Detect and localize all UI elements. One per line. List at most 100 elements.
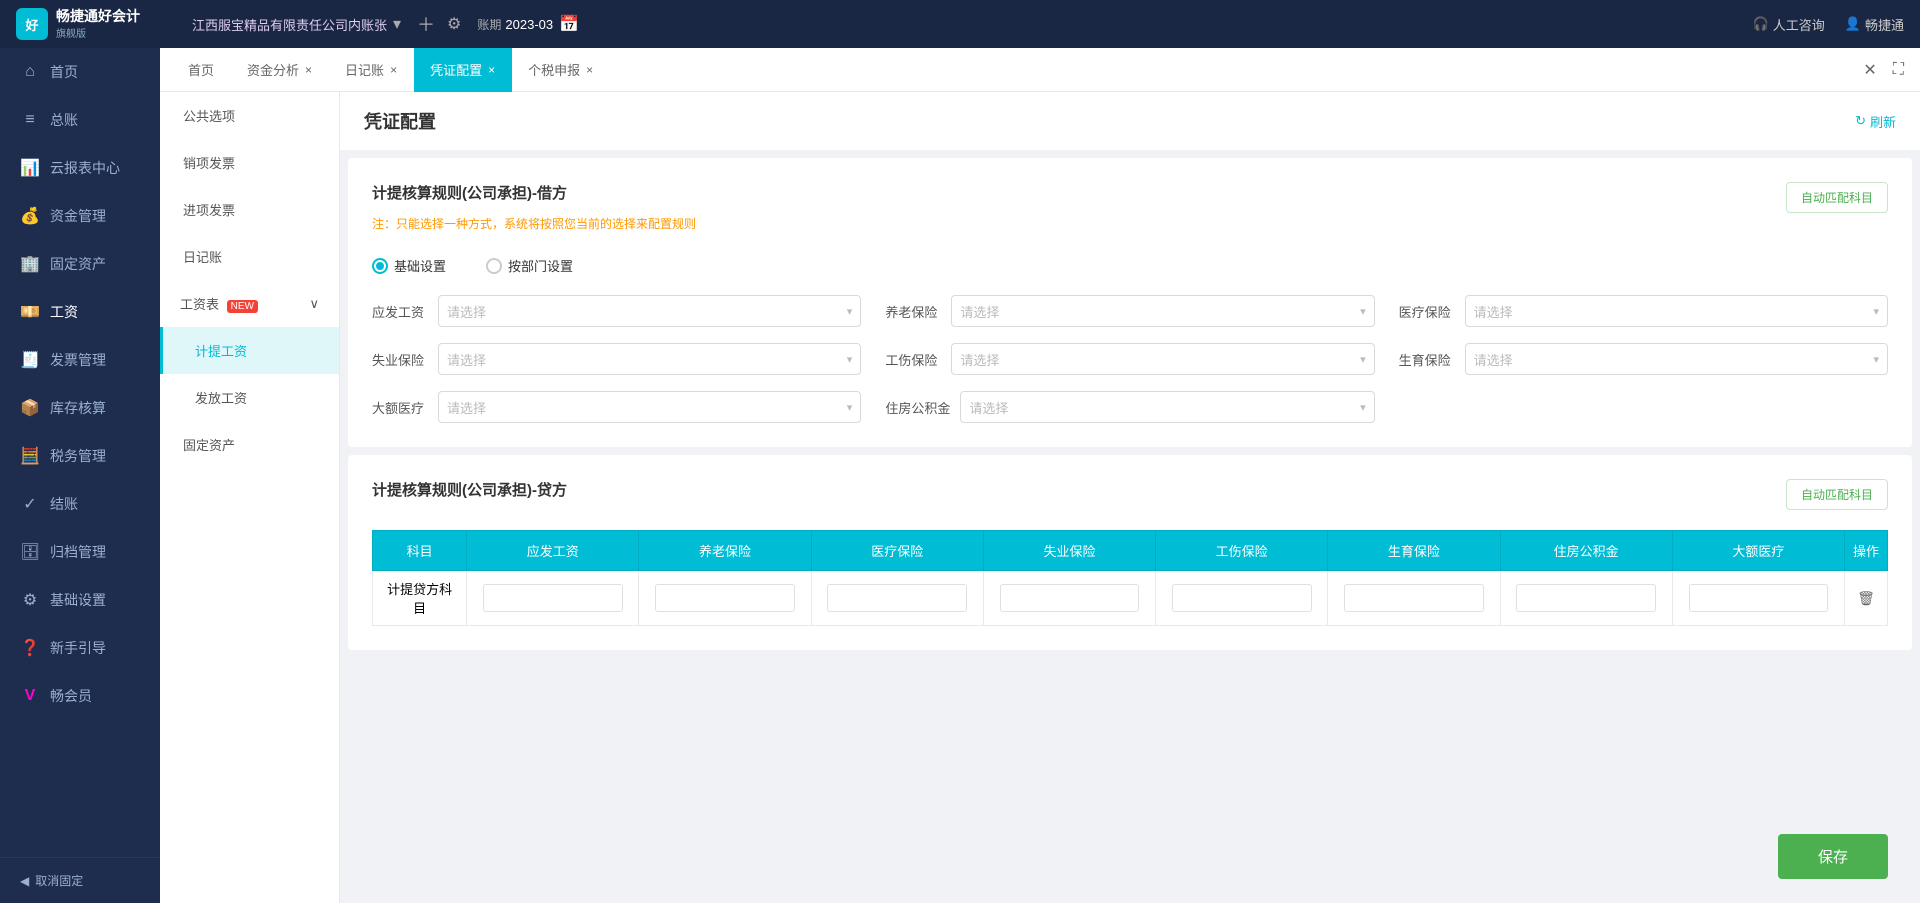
company-dropdown-icon[interactable]: ▾ [393, 14, 401, 34]
tab-voucher-config[interactable]: 凭证配置 × [414, 48, 512, 92]
select-unemployment-placeholder: 请选择 [447, 350, 486, 369]
top-header: 好 畅捷通好会计 旗舰版 江西服宝精品有限责任公司内账张 ▾ ＋ ⚙ 账期 20… [0, 0, 1920, 48]
archive-icon: 🗄 [20, 542, 40, 562]
sub-nav-accrual-salary[interactable]: 计提工资 [160, 327, 339, 374]
sub-nav-salary-table[interactable]: 工资表 NEW ∨ [160, 280, 339, 327]
new-badge: NEW [227, 300, 258, 313]
save-btn-area: 保存 [1778, 834, 1888, 879]
input-workinjury[interactable] [1172, 584, 1312, 612]
refresh-button[interactable]: ↻ 刷新 [1855, 112, 1896, 131]
sidebar-item-close[interactable]: ✓ 结账 [0, 480, 160, 528]
sidebar-item-funds[interactable]: 💰 资金管理 [0, 192, 160, 240]
col-subject: 科目 [373, 531, 467, 571]
tab-label-tax: 个税申报 [528, 60, 580, 79]
select-base-salary[interactable]: 请选择 ▾ [438, 295, 861, 327]
tab-tax[interactable]: 个税申报 × [512, 48, 610, 92]
logo-area: 好 畅捷通好会计 旗舰版 [16, 8, 176, 40]
sidebar-item-archive[interactable]: 🗄 归档管理 [0, 528, 160, 576]
input-housing[interactable] [1516, 584, 1656, 612]
radio-basic-circle [372, 258, 388, 274]
tab-close-funds[interactable]: × [305, 63, 312, 77]
tab-expand-icon[interactable]: ⛶ [1889, 57, 1908, 83]
debit-auto-match-button[interactable]: 自动匹配科目 [1786, 182, 1888, 213]
main-layout: ⌂ 首页 ≡ 总账 📊 云报表中心 💰 资金管理 🏢 固定资产 💴 工资 🧾 发… [0, 48, 1920, 903]
input-medical[interactable] [827, 584, 967, 612]
sub-nav-label-sales: 销项发票 [183, 153, 235, 172]
sub-nav-pay-salary[interactable]: 发放工资 [160, 374, 339, 421]
radio-dept-setting[interactable]: 按部门设置 [486, 256, 573, 275]
col-unemployment: 失业保险 [983, 531, 1155, 571]
select-housing-fund[interactable]: 请选择 ▾ [960, 391, 1374, 423]
select-unemployment[interactable]: 请选择 ▾ [438, 343, 861, 375]
select-large-medical[interactable]: 请选择 ▾ [438, 391, 861, 423]
reports-icon: 📊 [20, 158, 40, 178]
sub-nav-label-journal: 日记账 [183, 247, 222, 266]
sidebar-item-guide[interactable]: ❓ 新手引导 [0, 624, 160, 672]
sidebar-item-reports[interactable]: 📊 云报表中心 [0, 144, 160, 192]
sub-nav-public[interactable]: 公共选项 [160, 92, 339, 139]
sidebar-item-inventory[interactable]: 📦 库存核算 [0, 384, 160, 432]
sidebar-item-member[interactable]: V 畅会员 [0, 672, 160, 720]
sidebar-item-salary[interactable]: 💴 工资 [0, 288, 160, 336]
credit-table: 科目 应发工资 养老保险 医疗保险 失业保险 工伤保险 生育保险 住房公积金 大… [372, 530, 1888, 626]
cell-workinjury [1156, 571, 1328, 626]
sub-nav-label-fixed: 固定资产 [183, 435, 235, 454]
tab-journal[interactable]: 日记账 × [329, 48, 414, 92]
field-large-medical: 大额医疗 请选择 ▾ [372, 391, 861, 423]
sidebar-item-settings[interactable]: ⚙ 基础设置 [0, 576, 160, 624]
input-pension[interactable] [655, 584, 795, 612]
user-menu[interactable]: 👤 畅捷通 [1845, 15, 1904, 34]
sub-nav-journal[interactable]: 日记账 [160, 233, 339, 280]
sidebar-item-tax[interactable]: 🧮 税务管理 [0, 432, 160, 480]
label-large-medical: 大额医疗 [372, 398, 428, 417]
close-period-icon: ✓ [20, 494, 40, 514]
cancel-fix-button[interactable]: ◀ 取消固定 [0, 857, 160, 903]
select-maternity[interactable]: 请选择 ▾ [1465, 343, 1888, 375]
sub-nav-label-public: 公共选项 [183, 106, 235, 125]
tab-label-home: 首页 [188, 60, 214, 79]
page-content: 公共选项 销项发票 进项发票 日记账 工资表 NEW ∨ 计提工资 [160, 92, 1920, 903]
input-unemployment[interactable] [1000, 584, 1140, 612]
sub-nav-sales-invoice[interactable]: 销项发票 [160, 139, 339, 186]
user-avatar-icon: 👤 [1845, 16, 1861, 32]
select-medical[interactable]: 请选择 ▾ [1465, 295, 1888, 327]
input-base-salary[interactable] [483, 584, 623, 612]
tab-close-window-icon[interactable]: ✕ [1859, 56, 1880, 84]
field-unemployment: 失业保险 请选择 ▾ [372, 343, 861, 375]
settings-icon[interactable]: ⚙ [447, 14, 461, 34]
sidebar-label-tax: 税务管理 [50, 446, 106, 466]
select-medical-arrow: ▾ [1873, 305, 1879, 318]
add-company-icon[interactable]: ＋ [417, 11, 435, 37]
calendar-icon[interactable]: 📅 [559, 14, 579, 34]
tab-close-tax[interactable]: × [586, 63, 593, 77]
tab-label-voucher: 凭证配置 [430, 60, 482, 79]
arrow-left-icon: ◀ [20, 874, 29, 888]
select-large-medical-arrow: ▾ [847, 401, 853, 414]
select-pension[interactable]: 请选择 ▾ [951, 295, 1374, 327]
sidebar-item-invoice[interactable]: 🧾 发票管理 [0, 336, 160, 384]
label-maternity: 生育保险 [1399, 350, 1455, 369]
tab-close-voucher[interactable]: × [488, 63, 495, 77]
period-label: 账期 [477, 16, 501, 33]
select-workinjury[interactable]: 请选择 ▾ [951, 343, 1374, 375]
sidebar-item-home[interactable]: ⌂ 首页 [0, 48, 160, 96]
save-button[interactable]: 保存 [1778, 834, 1888, 879]
service-button[interactable]: 🎧 人工咨询 [1753, 15, 1825, 34]
tab-close-journal[interactable]: × [390, 63, 397, 77]
radio-basic-setting[interactable]: 基础设置 [372, 256, 446, 275]
select-housing-fund-placeholder: 请选择 [969, 398, 1008, 417]
delete-row-icon[interactable]: 🗑 [1857, 590, 1875, 606]
cell-pension [639, 571, 811, 626]
sub-nav-fixed-assets[interactable]: 固定资产 [160, 421, 339, 468]
select-unemployment-arrow: ▾ [847, 353, 853, 366]
content-area: 首页 资金分析 × 日记账 × 凭证配置 × 个税申报 × ✕ ⛶ [160, 48, 1920, 903]
tab-funds[interactable]: 资金分析 × [231, 48, 329, 92]
credit-auto-match-button[interactable]: 自动匹配科目 [1786, 479, 1888, 510]
sub-nav-purchase-invoice[interactable]: 进项发票 [160, 186, 339, 233]
input-large-medical[interactable] [1689, 584, 1829, 612]
tab-home[interactable]: 首页 [172, 48, 231, 92]
sidebar-item-ledger[interactable]: ≡ 总账 [0, 96, 160, 144]
page-title: 凭证配置 [364, 108, 436, 134]
input-maternity[interactable] [1344, 584, 1484, 612]
sidebar-item-assets[interactable]: 🏢 固定资产 [0, 240, 160, 288]
